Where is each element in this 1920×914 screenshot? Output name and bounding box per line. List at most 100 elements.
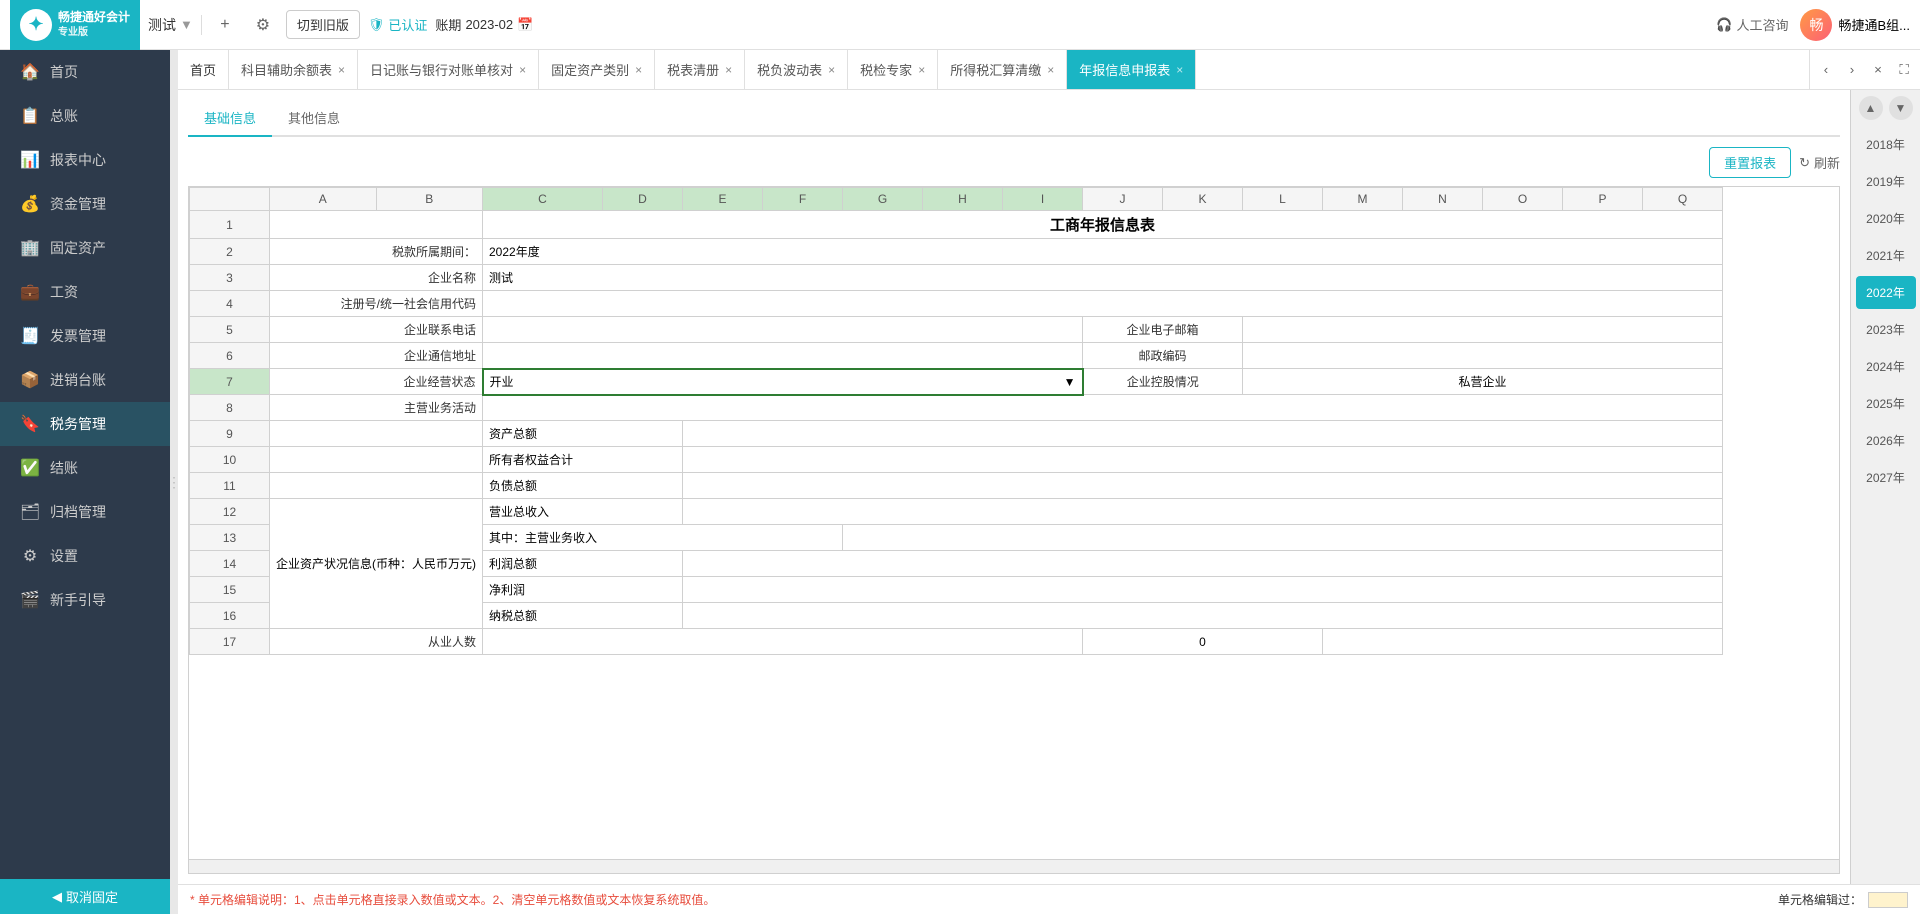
refresh-button[interactable]: ↻ 刷新 (1799, 153, 1840, 172)
tabs-next-button[interactable]: › (1840, 58, 1864, 82)
col-header-P[interactable]: P (1563, 188, 1643, 211)
switch-old-button[interactable]: 切到旧版 (286, 10, 360, 39)
col-header-B[interactable]: B (376, 188, 483, 211)
col-header-J[interactable]: J (1083, 188, 1163, 211)
add-tab-button[interactable]: + (210, 10, 240, 40)
cell-10-value[interactable] (683, 447, 1723, 473)
cell-16-value[interactable] (683, 603, 1723, 629)
tab-home[interactable]: 首页 (178, 50, 229, 89)
tab-close-icon[interactable]: × (1047, 63, 1054, 77)
cell-7-status[interactable]: 开业 ▼ (483, 369, 1083, 395)
year-item-2026[interactable]: 2026年 (1856, 424, 1916, 457)
year-item-2027[interactable]: 2027年 (1856, 461, 1916, 494)
sidebar-item-guide[interactable]: 🎬 新手引导 (0, 578, 170, 622)
sidebar-item-inventory[interactable]: 📦 进销台账 (0, 358, 170, 402)
tab-selector[interactable]: 测试 ▼ (148, 15, 193, 35)
sub-tab-basic[interactable]: 基础信息 (188, 100, 272, 137)
tab-aux-balance[interactable]: 科目辅助余额表 × (229, 50, 358, 89)
tab-tax-table[interactable]: 税表清册 × (655, 50, 745, 89)
tabs-expand-button[interactable]: ⛶ (1892, 58, 1916, 82)
spreadsheet-scroll[interactable]: A B C D E F G H I J (189, 187, 1839, 859)
sidebar-item-tax[interactable]: 🔖 税务管理 (0, 402, 170, 446)
sidebar-item-ledger[interactable]: 📋 总账 (0, 94, 170, 138)
tab-annual-report[interactable]: 年报信息申报表 × (1067, 50, 1196, 89)
cell-6-postal-value[interactable] (1243, 343, 1723, 369)
sidebar-item-payroll[interactable]: 💼 工资 (0, 270, 170, 314)
cell-11-value[interactable] (683, 473, 1723, 499)
tab-fixed-asset-category[interactable]: 固定资产类别 × (539, 50, 655, 89)
cell-17-value1[interactable] (483, 629, 1083, 655)
col-header-E[interactable]: E (683, 188, 763, 211)
col-header-I[interactable]: I (1003, 188, 1083, 211)
cell-14-value[interactable] (683, 551, 1723, 577)
year-item-2024[interactable]: 2024年 (1856, 350, 1916, 383)
sidebar-item-assets[interactable]: 🏢 固定资产 (0, 226, 170, 270)
sub-tab-other[interactable]: 其他信息 (272, 100, 356, 137)
cell-15-value[interactable] (683, 577, 1723, 603)
calendar-icon[interactable]: 📅 (517, 17, 533, 33)
sidebar-item-settings[interactable]: ⚙ 设置 (0, 534, 170, 578)
year-item-2022[interactable]: 2022年 (1856, 276, 1916, 309)
sidebar-resize-handle[interactable] (170, 50, 178, 914)
tabs-prev-button[interactable]: ‹ (1814, 58, 1838, 82)
sidebar-item-funds[interactable]: 💰 资金管理 (0, 182, 170, 226)
cell-7-holding-value[interactable]: 私营企业 (1243, 369, 1723, 395)
cell-17-zero[interactable]: 0 (1083, 629, 1323, 655)
tab-label: 税表清册 (667, 60, 719, 79)
year-item-2019[interactable]: 2019年 (1856, 165, 1916, 198)
cell-6-address[interactable] (483, 343, 1083, 369)
tab-close-icon[interactable]: × (635, 63, 642, 77)
col-header-Q[interactable]: Q (1643, 188, 1723, 211)
tab-close-icon[interactable]: × (725, 63, 732, 77)
year-scroll-up-button[interactable]: ▲ (1859, 96, 1883, 120)
col-header-L[interactable]: L (1243, 188, 1323, 211)
tab-income-tax[interactable]: 所得税汇算清缴 × (938, 50, 1067, 89)
cell-17-value2[interactable] (1323, 629, 1723, 655)
cell-2-value[interactable]: 2022年度 (483, 239, 1723, 265)
year-item-2021[interactable]: 2021年 (1856, 239, 1916, 272)
horizontal-scrollbar[interactable] (189, 859, 1839, 873)
tab-close-icon[interactable]: × (338, 63, 345, 77)
col-header-C[interactable]: C (483, 188, 603, 211)
tab-close-icon[interactable]: × (828, 63, 835, 77)
sidebar-item-reports[interactable]: 📊 报表中心 (0, 138, 170, 182)
year-scroll-down-button[interactable]: ▼ (1889, 96, 1913, 120)
year-item-2025[interactable]: 2025年 (1856, 387, 1916, 420)
sidebar-item-home[interactable]: 🏠 首页 (0, 50, 170, 94)
cell-4-value[interactable] (483, 291, 1723, 317)
col-header-A[interactable]: A (270, 188, 377, 211)
col-header-K[interactable]: K (1163, 188, 1243, 211)
cancel-fixed-button[interactable]: ◀ 取消固定 (0, 879, 170, 914)
tab-close-icon[interactable]: × (519, 63, 526, 77)
col-header-N[interactable]: N (1403, 188, 1483, 211)
sidebar-item-closing[interactable]: ✅ 结账 (0, 446, 170, 490)
col-header-G[interactable]: G (843, 188, 923, 211)
cell-13-value[interactable] (843, 525, 1723, 551)
tab-tax-fluctuation[interactable]: 税负波动表 × (745, 50, 848, 89)
user-button[interactable]: 畅 畅捷通B组... (1800, 9, 1910, 41)
tab-tax-expert[interactable]: 税检专家 × (848, 50, 938, 89)
service-button[interactable]: 🎧 人工咨询 (1716, 15, 1788, 34)
sidebar-item-archive[interactable]: 🗂 归档管理 (0, 490, 170, 534)
col-header-H[interactable]: H (923, 188, 1003, 211)
sidebar-item-invoice[interactable]: 🧾 发票管理 (0, 314, 170, 358)
year-item-2023[interactable]: 2023年 (1856, 313, 1916, 346)
col-header-M[interactable]: M (1323, 188, 1403, 211)
col-header-D[interactable]: D (603, 188, 683, 211)
cell-5-phone[interactable] (483, 317, 1083, 343)
col-header-F[interactable]: F (763, 188, 843, 211)
cell-5-email-value[interactable] (1243, 317, 1723, 343)
reset-report-button[interactable]: 重置报表 (1709, 147, 1791, 178)
cell-9-value[interactable] (683, 421, 1723, 447)
year-item-2020[interactable]: 2020年 (1856, 202, 1916, 235)
tabs-close-button[interactable]: × (1866, 58, 1890, 82)
tab-close-icon[interactable]: × (918, 63, 925, 77)
tab-close-icon[interactable]: × (1176, 63, 1183, 77)
cell-12-value[interactable] (683, 499, 1723, 525)
year-item-2018[interactable]: 2018年 (1856, 128, 1916, 161)
col-header-O[interactable]: O (1483, 188, 1563, 211)
cell-8-value[interactable] (483, 395, 1723, 421)
tab-bank-reconcile[interactable]: 日记账与银行对账单核对 × (358, 50, 539, 89)
cell-3-value[interactable]: 测试 (483, 265, 1723, 291)
settings-button[interactable]: ⚙ (248, 10, 278, 40)
